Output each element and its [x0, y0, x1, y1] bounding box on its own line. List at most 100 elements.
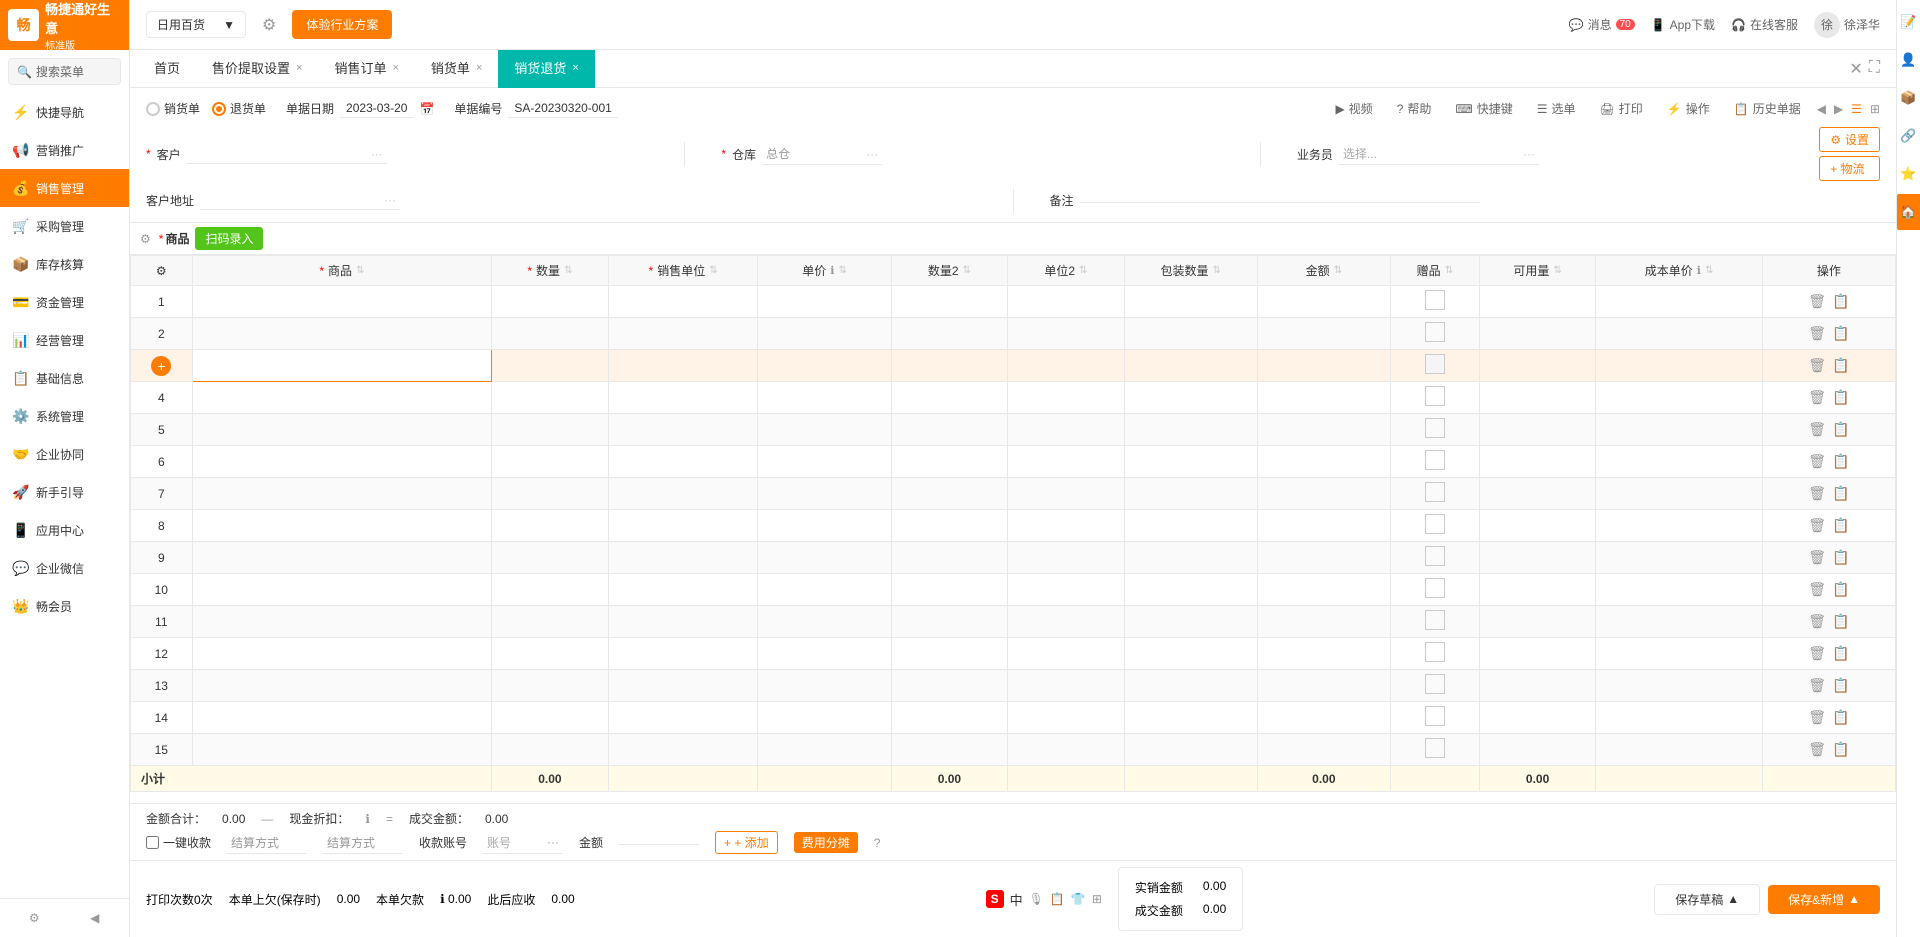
summary-method-input[interactable]: 结算方式	[323, 832, 403, 854]
gift-checkbox-10[interactable]	[1425, 578, 1445, 598]
sidebar-item-system[interactable]: ⚙️ 系统管理	[0, 397, 129, 435]
account-input[interactable]: 账号 ···	[483, 832, 563, 854]
gift-checkbox-12[interactable]	[1425, 642, 1445, 662]
copy-row-2-btn[interactable]: 📋	[1829, 325, 1852, 341]
sidebar-item-basic[interactable]: 📋 基础信息	[0, 359, 129, 397]
radio-return[interactable]: 退货单	[212, 100, 266, 117]
copy-row-10-btn[interactable]: 📋	[1829, 581, 1852, 597]
sidebar-item-wechat[interactable]: 💬 企业微信	[0, 549, 129, 587]
sidebar-item-finance[interactable]: 💳 资金管理	[0, 283, 129, 321]
settings-icon[interactable]: ⚙	[262, 15, 276, 35]
gift-checkbox-2[interactable]	[1425, 322, 1445, 342]
right-panel-icon-5[interactable]: ⭐	[1897, 156, 1920, 192]
gift-checkbox-7[interactable]	[1425, 482, 1445, 502]
experience-btn[interactable]: 体验行业方案	[292, 10, 392, 39]
payment-amount-input[interactable]	[619, 840, 699, 845]
copy-row-14-btn[interactable]: 📋	[1829, 709, 1852, 725]
copy-row-13-btn[interactable]: 📋	[1829, 677, 1852, 693]
copy-row-7-btn[interactable]: 📋	[1829, 485, 1852, 501]
sidebar-item-marketing[interactable]: 📢 营销推广	[0, 131, 129, 169]
gift-checkbox-3[interactable]	[1425, 354, 1445, 374]
copy-row-1-btn[interactable]: 📋	[1829, 293, 1852, 309]
right-panel-icon-3[interactable]: 📦	[1897, 80, 1920, 116]
search-menu-button[interactable]: 🔍 搜索菜单	[8, 58, 121, 85]
sidebar-item-app-center[interactable]: 📱 应用中心	[0, 511, 129, 549]
gift-checkbox-1[interactable]	[1425, 290, 1445, 310]
close-sales-order-icon[interactable]: ×	[392, 62, 398, 74]
calendar-icon[interactable]: 📅	[419, 102, 434, 116]
tab-sales-order[interactable]: 销售订单 ×	[318, 50, 414, 88]
copy-row-15-btn[interactable]: 📋	[1829, 741, 1852, 757]
right-panel-icon-2[interactable]: 👤	[1897, 42, 1920, 78]
cash-discount-info-icon[interactable]: ℹ	[365, 812, 370, 826]
sidebar-item-guide[interactable]: 🚀 新手引导	[0, 473, 129, 511]
copy-row-6-btn[interactable]: 📋	[1829, 453, 1852, 469]
gift-checkbox-13[interactable]	[1425, 674, 1445, 694]
add-row-btn[interactable]: +	[151, 356, 171, 376]
tab-price-extract[interactable]: 售价提取设置 ×	[196, 50, 318, 88]
gift-checkbox-11[interactable]	[1425, 610, 1445, 630]
message-btn[interactable]: 💬 消息 70	[1569, 16, 1635, 33]
tab-expand-icon[interactable]: ⛶	[1869, 59, 1880, 79]
gift-checkbox-8[interactable]	[1425, 514, 1445, 534]
sidebar-item-member[interactable]: 👑 畅会员	[0, 587, 129, 625]
copy-row-3-btn[interactable]: 📋	[1829, 357, 1852, 373]
sidebar-item-inventory[interactable]: 📦 库存核算	[0, 245, 129, 283]
tab-close-all-icon[interactable]: ✕	[1849, 59, 1862, 79]
delete-row-9-btn[interactable]: 🗑	[1805, 549, 1829, 565]
settlement-method-input[interactable]: 结算方式	[227, 832, 307, 854]
add-payment-btn[interactable]: + + 添加	[715, 831, 778, 854]
settings-action-btn[interactable]: ⚙ 设置	[1819, 127, 1880, 152]
gift-checkbox-9[interactable]	[1425, 546, 1445, 566]
tab-home[interactable]: 首页	[138, 50, 196, 88]
sidebar-item-sales[interactable]: 💰 销售管理	[0, 169, 129, 207]
delete-row-11-btn[interactable]: 🗑	[1805, 613, 1829, 629]
table-gear-icon[interactable]: ⚙	[140, 232, 151, 246]
app-download-btn[interactable]: 📱 App下载	[1651, 16, 1715, 33]
gift-checkbox-15[interactable]	[1425, 738, 1445, 758]
user-info[interactable]: 徐 徐泽华	[1814, 12, 1880, 38]
copy-row-8-btn[interactable]: 📋	[1829, 517, 1852, 533]
delete-row-13-btn[interactable]: 🗑	[1805, 677, 1829, 693]
right-panel-icon-4[interactable]: 🔗	[1897, 118, 1920, 154]
one-click-pay-check[interactable]	[146, 836, 159, 849]
delete-row-14-btn[interactable]: 🗑	[1805, 709, 1829, 725]
close-price-extract-icon[interactable]: ×	[296, 62, 302, 74]
sidebar-item-cooperation[interactable]: 🤝 企业协同	[0, 435, 129, 473]
fee-split-btn[interactable]: 费用分摊	[794, 832, 858, 853]
remark-input[interactable]	[1080, 198, 1480, 203]
tab-sales[interactable]: 销货单 ×	[415, 50, 498, 88]
history-btn[interactable]: 📋 历史单据	[1726, 96, 1809, 121]
print-btn[interactable]: 🖨 打印	[1592, 96, 1651, 121]
save-new-btn[interactable]: 保存&新增 ▲	[1768, 885, 1880, 914]
salesperson-input[interactable]: 选择... ···	[1339, 143, 1539, 165]
sidebar-item-operations[interactable]: 📊 经营管理	[0, 321, 129, 359]
customer-input[interactable]: ···	[187, 145, 387, 164]
right-panel-icon-6[interactable]: 🏠	[1897, 194, 1920, 230]
sidebar-settings-btn[interactable]: ⚙	[8, 907, 61, 929]
one-click-pay-checkbox[interactable]: 一键收款	[146, 834, 211, 851]
gift-checkbox-4[interactable]	[1425, 386, 1445, 406]
delete-row-8-btn[interactable]: 🗑	[1805, 517, 1829, 533]
right-panel-icon-1[interactable]: 📝	[1897, 4, 1920, 40]
help-btn[interactable]: ? 帮助	[1389, 96, 1440, 121]
radio-sale[interactable]: 销货单	[146, 100, 200, 117]
gift-checkbox-6[interactable]	[1425, 450, 1445, 470]
logistics-btn[interactable]: + 物流	[1819, 156, 1880, 181]
copy-row-4-btn[interactable]: 📋	[1829, 389, 1852, 405]
delete-row-6-btn[interactable]: 🗑	[1805, 453, 1829, 469]
tab-return[interactable]: 销货退货 ×	[498, 50, 594, 88]
close-return-icon[interactable]: ×	[572, 62, 578, 74]
history-nav-prev[interactable]: ◀	[1817, 102, 1826, 116]
delete-row-3-btn[interactable]: 🗑	[1805, 357, 1829, 373]
view-list-icon[interactable]: ☰	[1851, 102, 1862, 116]
save-draft-btn[interactable]: 保存草稿 ▲	[1654, 884, 1760, 915]
delete-row-10-btn[interactable]: 🗑	[1805, 581, 1829, 597]
view-grid-icon[interactable]: ⊞	[1870, 102, 1880, 116]
select-order-btn[interactable]: ☰ 选单	[1529, 96, 1584, 121]
close-sales-icon[interactable]: ×	[476, 62, 482, 74]
gift-checkbox-5[interactable]	[1425, 418, 1445, 438]
sidebar-item-shortcut[interactable]: ⚡ 快捷导航	[0, 93, 129, 131]
delete-row-1-btn[interactable]: 🗑	[1805, 293, 1829, 309]
action-dropdown-btn[interactable]: ⚡ 操作	[1659, 96, 1718, 121]
